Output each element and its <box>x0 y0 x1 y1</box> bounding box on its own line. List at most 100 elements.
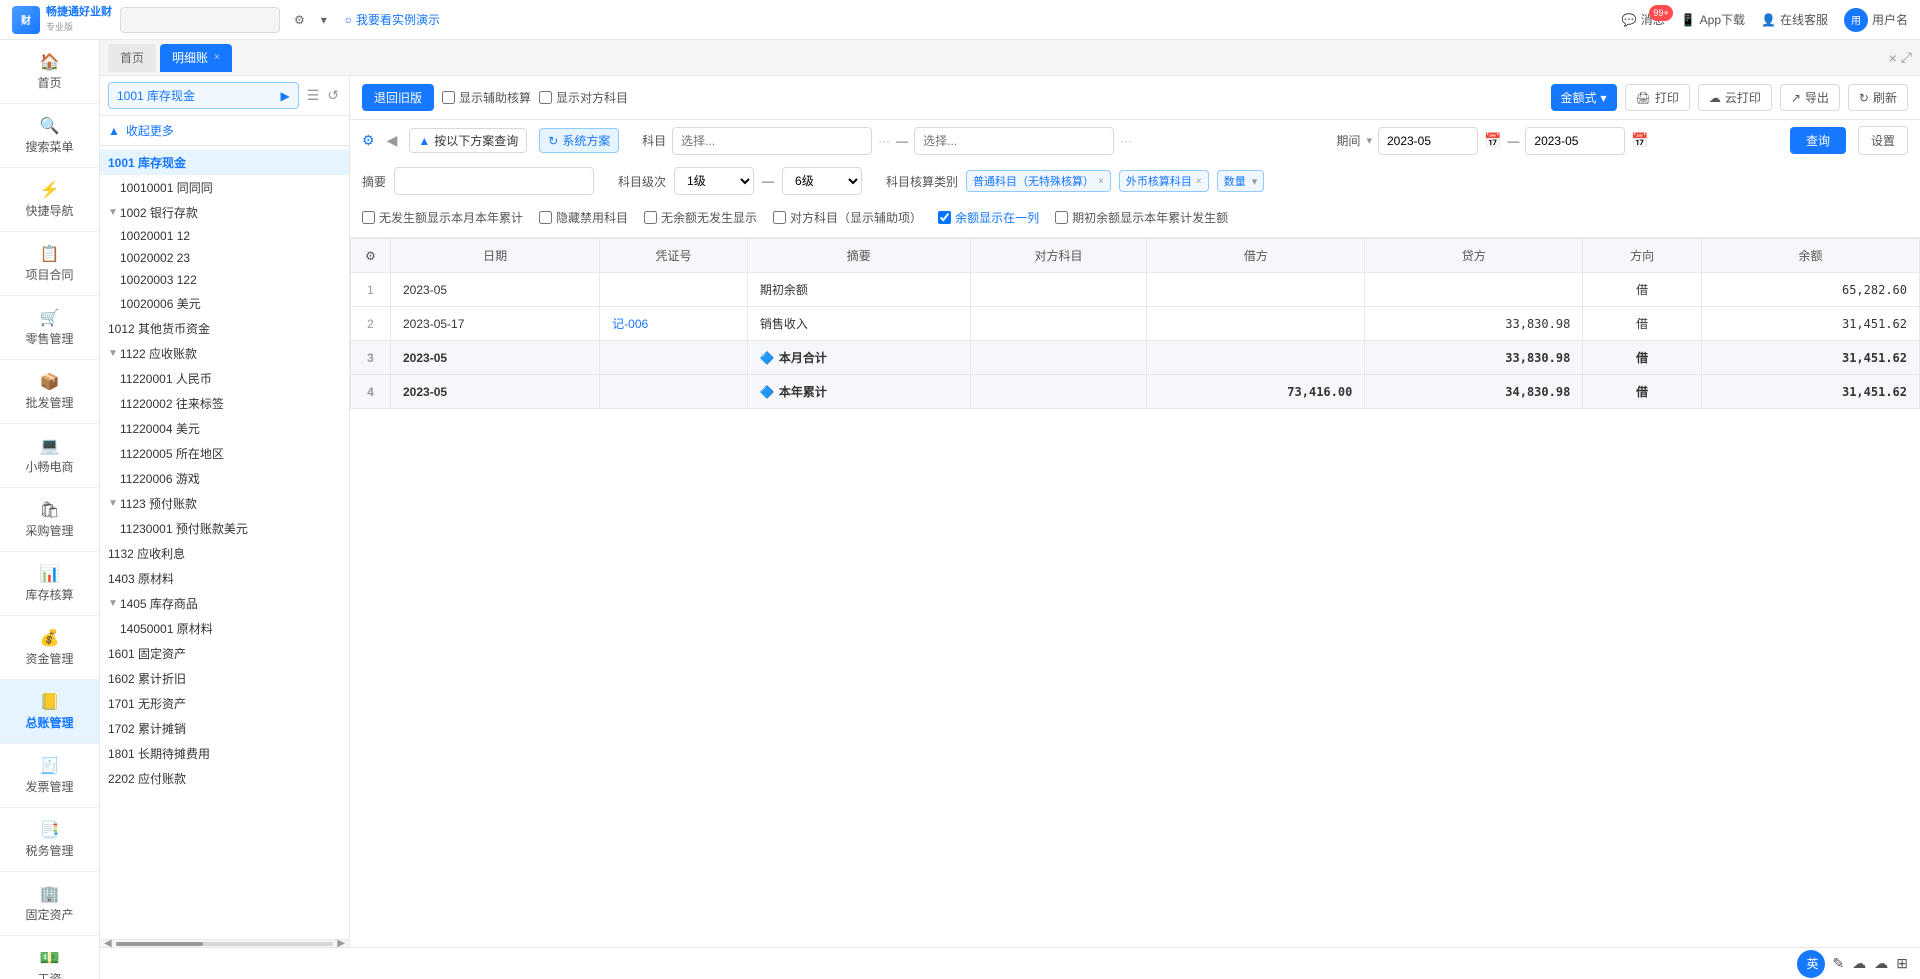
tree-list-icon[interactable]: ☰ <box>305 85 322 106</box>
check-opening-show[interactable]: 期初余额显示本年累计发生额 <box>1055 209 1228 226</box>
filter-collapse-icon[interactable]: ◀ <box>387 132 398 149</box>
tree-item-1701[interactable]: 1701 无形资产 <box>100 691 349 716</box>
tree-item-1001[interactable]: 1001 库存现金 <box>100 150 349 175</box>
check-no-balance-show[interactable]: 无发生额显示本月本年累计 <box>362 209 523 226</box>
sidebar-item-inventory[interactable]: 📊 库存核算 <box>0 552 99 616</box>
sidebar-item-wholesale[interactable]: 📦 批发管理 <box>0 360 99 424</box>
sidebar-item-capital[interactable]: 💰 资金管理 <box>0 616 99 680</box>
tag-quantity[interactable]: 数量 ▾ <box>1217 170 1265 192</box>
bottom-icon-btn-3[interactable]: ☁ <box>1852 955 1866 972</box>
col-settings[interactable]: ⚙ <box>351 239 391 273</box>
sidebar-item-ecommerce[interactable]: 💻 小畅电商 <box>0 424 99 488</box>
check-opening-show-input[interactable] <box>1055 211 1068 224</box>
system-scheme-tag[interactable]: ↻ 系统方案 <box>539 128 619 153</box>
sidebar-item-invoice[interactable]: 🧾 发票管理 <box>0 744 99 808</box>
query-btn[interactable]: 查询 <box>1790 127 1846 154</box>
level-start-select[interactable]: 1级2级3级4级5级6级 <box>674 167 754 195</box>
setting-btn[interactable]: 设置 <box>1858 126 1908 155</box>
cloud-print-btn[interactable]: ☁ 云打印 <box>1698 84 1772 111</box>
tree-collapse-1123-icon[interactable]: ▼ <box>108 498 118 509</box>
filter-section-icon[interactable]: ⚙ <box>362 132 375 149</box>
sidebar-item-ledger[interactable]: 📒 总账管理 <box>0 680 99 744</box>
check-hide-disabled[interactable]: 隐藏禁用科目 <box>539 209 628 226</box>
sidebar-item-purchase[interactable]: 🛍 采购管理 <box>0 488 99 552</box>
check-balance-one-col[interactable]: 余额显示在一列 <box>938 209 1039 226</box>
tree-item-10010001[interactable]: 10010001 同同同 <box>100 175 349 200</box>
tag-foreign-close-icon[interactable]: × <box>1196 176 1202 187</box>
amount-format-btn[interactable]: 金额式 ▾ <box>1551 84 1617 111</box>
summary-input[interactable] <box>394 167 594 195</box>
scroll-left-icon[interactable]: ◀ <box>104 938 112 947</box>
tag-normal[interactable]: 普通科目（无特殊核算） × <box>966 170 1111 192</box>
tree-item-10020006[interactable]: 10020006 美元 <box>100 291 349 316</box>
tree-item-1012[interactable]: 1012 其他货币资金 <box>100 316 349 341</box>
tree-item-1132[interactable]: 1132 应收利息 <box>100 541 349 566</box>
tree-item-11220001[interactable]: 11220001 人民币 <box>100 366 349 391</box>
account-tree-selected[interactable]: 1001 库存现金 ▶ <box>108 82 299 109</box>
tree-item-10020002[interactable]: 10020002 23 <box>100 247 349 269</box>
app-download-btn[interactable]: 📱 App下载 <box>1681 11 1745 28</box>
tab-detail[interactable]: 明细账 × <box>160 44 232 72</box>
close-panel-btn[interactable]: × <box>1889 49 1897 66</box>
online-service-btn[interactable]: 👤 在线客服 <box>1761 11 1828 28</box>
user-avatar[interactable]: 用 用户名 <box>1844 8 1908 32</box>
sidebar-item-retail[interactable]: 🛒 零售管理 <box>0 296 99 360</box>
tree-item-10020001[interactable]: 10020001 12 <box>100 225 349 247</box>
tree-item-10020003[interactable]: 10020003 122 <box>100 269 349 291</box>
tree-item-1123[interactable]: ▼ 1123 预付账款 <box>100 491 349 516</box>
check-no-balance-hide-input[interactable] <box>644 211 657 224</box>
tree-item-14050001[interactable]: 14050001 原材料 <box>100 616 349 641</box>
tree-item-1403[interactable]: 1403 原材料 <box>100 566 349 591</box>
check-no-balance-show-input[interactable] <box>362 211 375 224</box>
subject-end-input[interactable] <box>914 127 1114 155</box>
scroll-right-icon[interactable]: ▶ <box>337 938 345 947</box>
check-no-balance-hide[interactable]: 无余额无发生显示 <box>644 209 757 226</box>
tree-item-1702[interactable]: 1702 累计摊销 <box>100 716 349 741</box>
sidebar-item-home[interactable]: 🏠 首页 <box>0 40 99 104</box>
check-balance-one-col-input[interactable] <box>938 211 951 224</box>
sidebar-item-search[interactable]: 🔍 搜索菜单 <box>0 104 99 168</box>
export-btn[interactable]: ↗ 导出 <box>1780 84 1840 111</box>
tag-foreign[interactable]: 外币核算科目 × <box>1119 170 1209 192</box>
bottom-icon-btn-1[interactable]: 英 <box>1797 950 1825 978</box>
tab-close-icon[interactable]: × <box>214 52 220 63</box>
tree-item-2202[interactable]: 2202 应付账款 <box>100 766 349 791</box>
period-start-input[interactable] <box>1378 127 1478 155</box>
nav-settings-btn[interactable]: ⚙ <box>288 11 311 29</box>
sidebar-item-salary[interactable]: 💵 工资 <box>0 936 99 979</box>
tree-item-11220002[interactable]: 11220002 往来标签 <box>100 391 349 416</box>
check-opposite-subject[interactable]: 对方科目（显示辅助项） <box>773 209 922 226</box>
sidebar-item-assets[interactable]: 🏢 固定资产 <box>0 872 99 936</box>
period-end-input[interactable] <box>1525 127 1625 155</box>
show-opposite-check[interactable]: 显示对方科目 <box>539 89 628 106</box>
sidebar-item-tax[interactable]: 📑 税务管理 <box>0 808 99 872</box>
show-opposite-checkbox[interactable] <box>539 91 552 104</box>
level-end-select[interactable]: 6级1级2级3级4级5级 <box>782 167 862 195</box>
tree-item-1602[interactable]: 1602 累计折旧 <box>100 666 349 691</box>
query-schema-btn[interactable]: ▲ 按以下方案查询 <box>409 128 527 153</box>
global-search[interactable] <box>120 7 280 33</box>
sidebar-item-project[interactable]: 📋 项目合同 <box>0 232 99 296</box>
expand-more-btn[interactable]: ▲ 收起更多 <box>100 116 349 146</box>
tree-collapse-1405-icon[interactable]: ▼ <box>108 598 118 609</box>
bottom-icon-btn-4[interactable]: ☁ <box>1874 955 1888 972</box>
back-old-version-btn[interactable]: 退回旧版 <box>362 84 434 111</box>
tree-item-1801[interactable]: 1801 长期待摊费用 <box>100 741 349 766</box>
tree-item-1405[interactable]: ▼ 1405 库存商品 <box>100 591 349 616</box>
bottom-icon-btn-5[interactable]: ⊞ <box>1896 955 1908 972</box>
subject-start-input[interactable] <box>672 127 872 155</box>
tag-normal-close-icon[interactable]: × <box>1098 176 1104 187</box>
maximize-btn[interactable]: ⤢ <box>1901 49 1912 66</box>
voucher-link[interactable]: 记-006 <box>612 317 648 331</box>
show-aux-calc-check[interactable]: 显示辅助核算 <box>442 89 531 106</box>
tab-home[interactable]: 首页 <box>108 44 156 72</box>
tree-item-1122[interactable]: ▼ 1122 应收账款 <box>100 341 349 366</box>
search-input[interactable] <box>120 7 280 33</box>
refresh-btn[interactable]: ↻ 刷新 <box>1848 84 1908 111</box>
tree-collapse-1002-icon[interactable]: ▼ <box>108 207 118 218</box>
print-btn[interactable]: 🖨 打印 <box>1625 84 1690 111</box>
sidebar-item-quick-nav[interactable]: ⚡ 快捷导航 <box>0 168 99 232</box>
bottom-icon-btn-2[interactable]: ✎ <box>1833 955 1845 972</box>
message-btn[interactable]: 💬 消息 99+ <box>1622 11 1665 28</box>
tree-item-11230001[interactable]: 11230001 预付账款美元 <box>100 516 349 541</box>
